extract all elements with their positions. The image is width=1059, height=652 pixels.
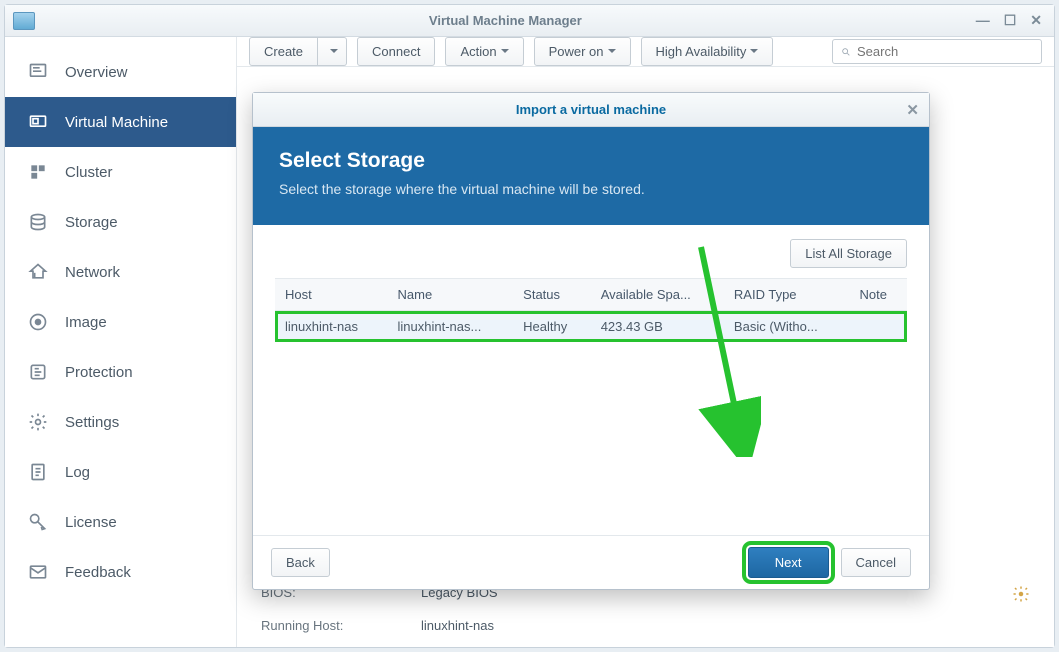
sidebar-item-network[interactable]: Network [5,247,236,297]
cell-status: Healthy [513,311,591,343]
power-on-button[interactable]: Power on [534,37,631,66]
modal-body: List All Storage Host Name Status Availa… [253,225,929,535]
sidebar-item-protection[interactable]: Protection [5,347,236,397]
cell-note [850,311,907,343]
settings-icon [27,411,49,433]
sidebar-item-virtual-machine[interactable]: Virtual Machine [5,97,236,147]
sidebar-item-overview[interactable]: Overview [5,47,236,97]
cell-host: linuxhint-nas [275,311,388,343]
import-vm-modal: Import a virtual machine ✕ Select Storag… [252,92,930,590]
back-button[interactable]: Back [271,548,330,577]
modal-titlebar: Import a virtual machine ✕ [253,93,929,127]
search-icon [841,45,851,59]
running-host-value: linuxhint-nas [421,618,494,633]
connect-button[interactable]: Connect [357,37,435,66]
next-button[interactable]: Next [748,547,829,578]
modal-heading: Select Storage [279,149,903,173]
cell-name: linuxhint-nas... [388,311,514,343]
log-icon [27,461,49,483]
vm-icon [27,111,49,133]
running-host-row: Running Host: linuxhint-nas [249,612,1042,639]
maximize-icon[interactable]: ☐ [1004,12,1017,29]
cell-raid: Basic (Witho... [724,311,850,343]
detail-gear-icon [1012,585,1030,606]
search-input[interactable] [857,44,1033,59]
modal-title-text: Import a virtual machine [253,102,929,117]
annotation-arrow [691,237,761,457]
sidebar-item-label: Cluster [65,164,113,181]
sidebar-item-label: Network [65,264,120,281]
col-raid[interactable]: RAID Type [724,279,850,311]
close-icon[interactable]: ✕ [1030,12,1042,29]
modal-close-icon[interactable]: ✕ [906,101,919,119]
image-icon [27,311,49,333]
storage-row[interactable]: linuxhint-nas linuxhint-nas... Healthy 4… [275,311,907,343]
col-host[interactable]: Host [275,279,388,311]
feedback-icon [27,561,49,583]
protection-icon [27,361,49,383]
sidebar: Overview Virtual Machine Cluster Storage [5,37,237,647]
cell-available: 423.43 GB [591,311,724,343]
sidebar-item-license[interactable]: License [5,497,236,547]
create-button[interactable]: Create [249,37,318,66]
sidebar-item-label: Storage [65,214,118,231]
sidebar-item-label: Overview [65,64,128,81]
sidebar-item-label: License [65,514,117,531]
overview-icon [27,61,49,83]
cancel-button[interactable]: Cancel [841,548,911,577]
sidebar-item-label: Image [65,314,107,331]
col-note[interactable]: Note [850,279,907,311]
sidebar-item-settings[interactable]: Settings [5,397,236,447]
sidebar-item-label: Settings [65,414,119,431]
modal-subheading: Select the storage where the virtual mac… [279,181,903,197]
cluster-icon [27,161,49,183]
sidebar-item-cluster[interactable]: Cluster [5,147,236,197]
sidebar-item-label: Virtual Machine [65,114,168,131]
modal-footer: Back Next Cancel [253,535,929,589]
action-button[interactable]: Action [445,37,523,66]
col-name[interactable]: Name [388,279,514,311]
list-all-storage-button[interactable]: List All Storage [790,239,907,268]
minimize-icon[interactable]: — [976,12,990,29]
running-host-label: Running Host: [261,618,421,633]
search-box[interactable] [832,39,1042,64]
toolbar: Create Connect Action Power on High Avai… [237,37,1054,67]
network-icon [27,261,49,283]
sidebar-item-label: Log [65,464,90,481]
sidebar-item-storage[interactable]: Storage [5,197,236,247]
sidebar-item-feedback[interactable]: Feedback [5,547,236,597]
app-icon [13,12,35,30]
sidebar-item-label: Feedback [65,564,131,581]
sidebar-item-image[interactable]: Image [5,297,236,347]
titlebar: Virtual Machine Manager — ☐ ✕ [5,5,1054,37]
license-icon [27,511,49,533]
modal-banner: Select Storage Select the storage where … [253,127,929,225]
create-caret[interactable] [318,37,347,66]
create-button-group[interactable]: Create [249,37,347,66]
sidebar-item-log[interactable]: Log [5,447,236,497]
app-title: Virtual Machine Manager [35,13,976,28]
col-status[interactable]: Status [513,279,591,311]
storage-table: Host Name Status Available Spa... RAID T… [275,278,907,342]
col-available[interactable]: Available Spa... [591,279,724,311]
window-buttons: — ☐ ✕ [976,12,1054,29]
storage-icon [27,211,49,233]
high-availability-button[interactable]: High Availability [641,37,774,66]
sidebar-item-label: Protection [65,364,133,381]
